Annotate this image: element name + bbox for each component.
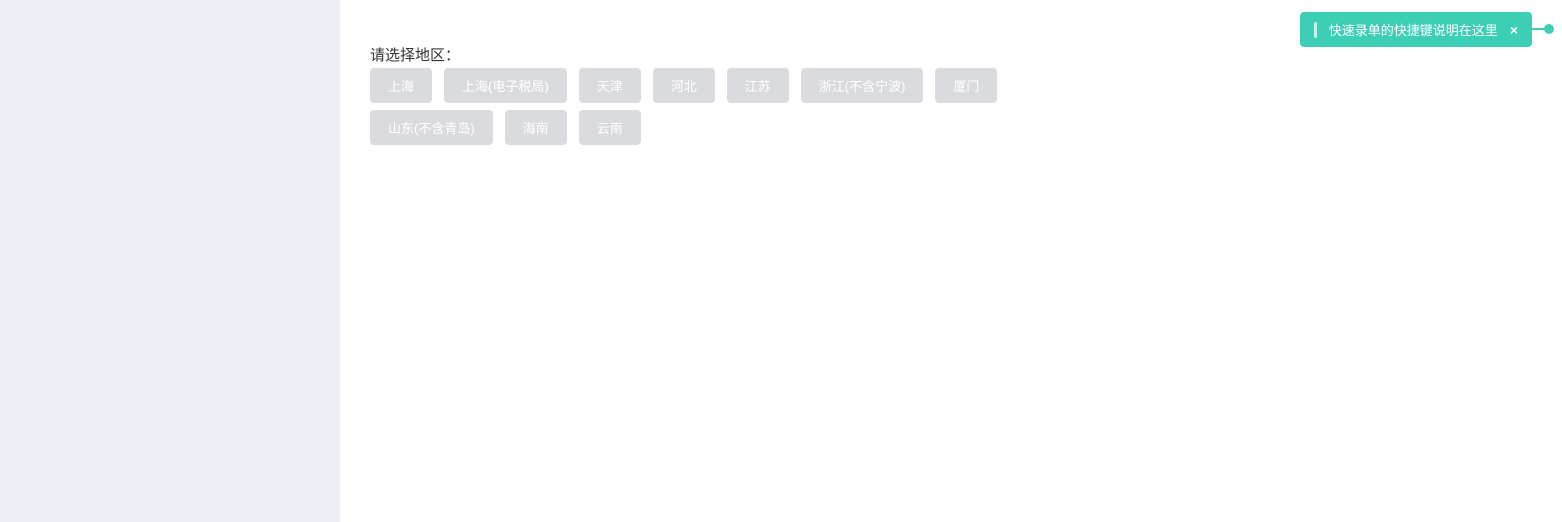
btn-tianjin[interactable]: 天津 [579, 68, 641, 103]
tooltip-close-button[interactable]: × [1510, 22, 1518, 38]
btn-xiamen[interactable]: 厦门 [935, 68, 997, 103]
btn-yunnan[interactable]: 云南 [579, 110, 641, 145]
btn-shanghai[interactable]: 上海 [370, 68, 432, 103]
btn-hainan[interactable]: 海南 [505, 110, 567, 145]
btn-shanghai-e[interactable]: 上海(电子税局) [444, 68, 567, 103]
main-content: 请选择地区： 上海 上海(电子税局) 天津 河北 江苏 浙江(不含宁波) 厦门 … [340, 0, 1562, 522]
tooltip-bar-icon [1314, 22, 1317, 38]
tooltip-line [1524, 28, 1544, 30]
btn-zhejiang[interactable]: 浙江(不含宁波) [801, 68, 924, 103]
tooltip-text: 快速录单的快捷键说明在这里 [1329, 20, 1498, 39]
tooltip-banner: 快速录单的快捷键说明在这里 × [1300, 12, 1532, 47]
tooltip-dot [1544, 24, 1554, 34]
region-label: 请选择地区： [370, 44, 460, 65]
btn-hebei[interactable]: 河北 [653, 68, 715, 103]
region-buttons-row2: 山东(不含青岛) 海南 云南 [370, 110, 641, 145]
left-panel [0, 0, 340, 522]
region-buttons-row1: 上海 上海(电子税局) 天津 河北 江苏 浙江(不含宁波) 厦门 [370, 68, 997, 103]
btn-jiangsu[interactable]: 江苏 [727, 68, 789, 103]
btn-shandong[interactable]: 山东(不含青岛) [370, 110, 493, 145]
